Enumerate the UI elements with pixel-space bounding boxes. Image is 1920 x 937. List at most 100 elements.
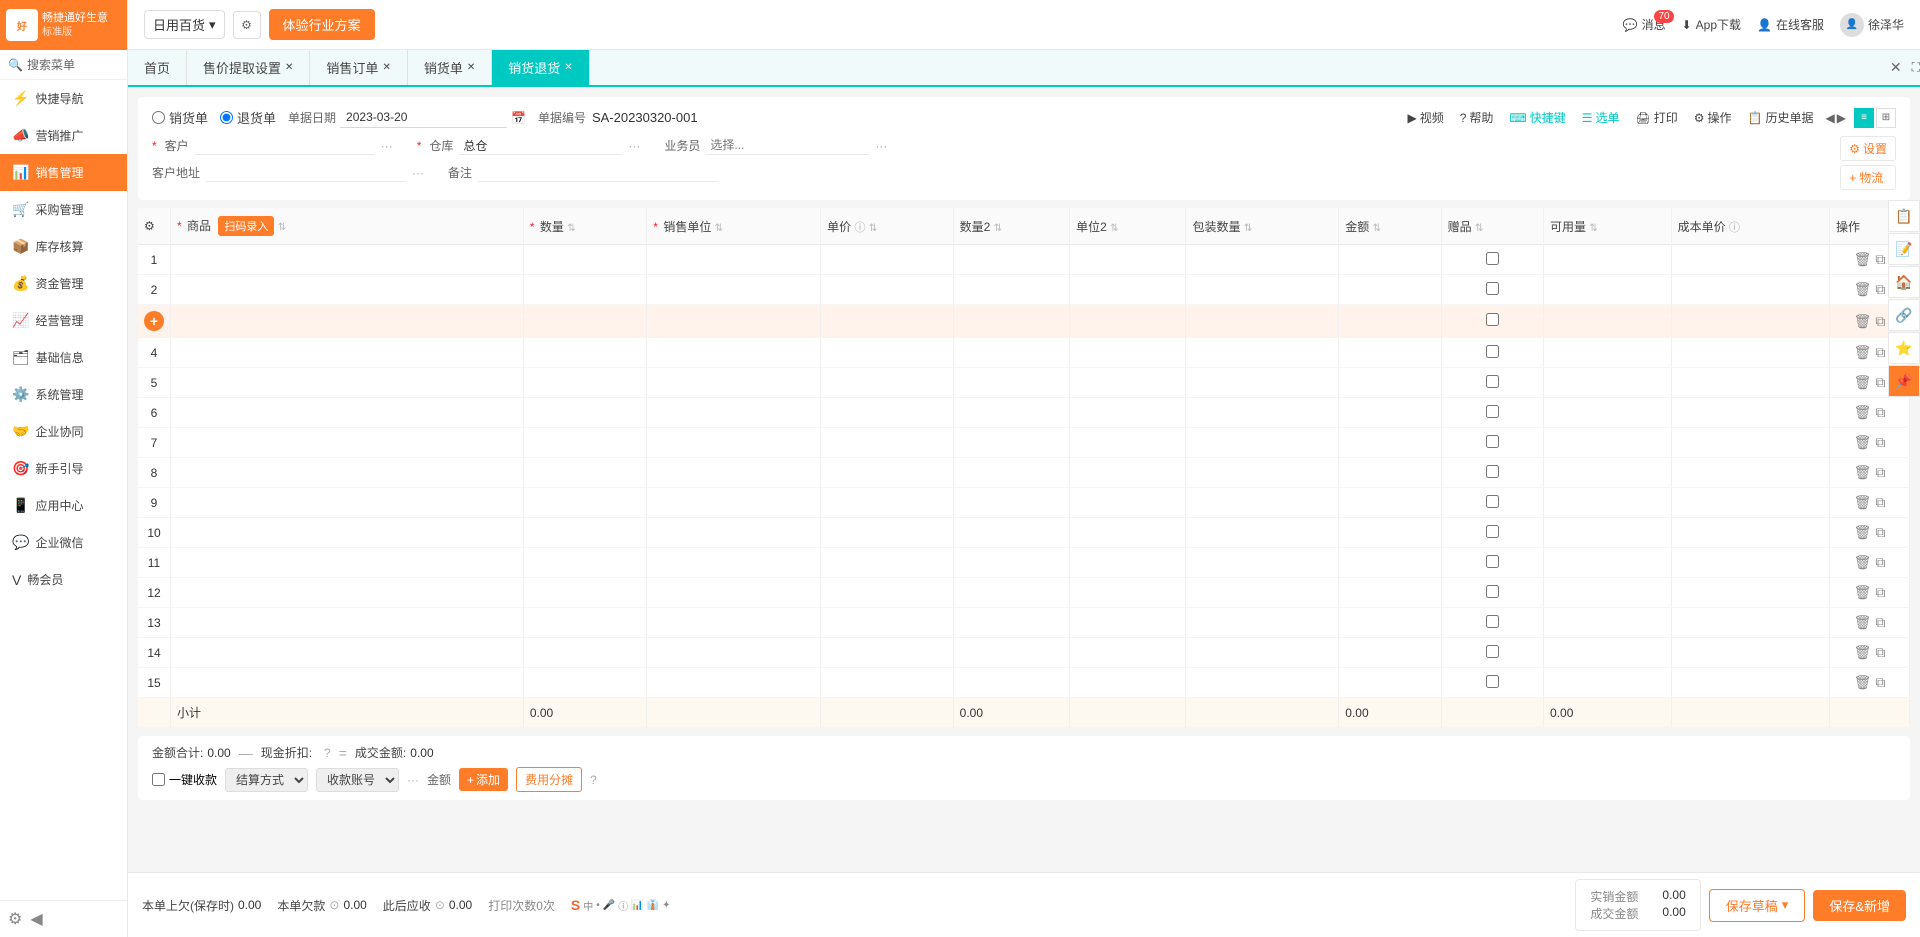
gift-checkbox[interactable]: [1486, 375, 1499, 388]
list-view-btn[interactable]: ≡: [1854, 108, 1874, 128]
cost-price-info-icon[interactable]: ⓘ: [1729, 222, 1740, 234]
copy-row-btn[interactable]: ⧉: [1875, 434, 1885, 451]
operations-btn[interactable]: ⚙ 操作: [1690, 107, 1736, 128]
salesperson-lookup-btn[interactable]: ···: [875, 139, 887, 153]
gift-checkbox[interactable]: [1486, 555, 1499, 568]
discount-help-icon[interactable]: ?: [324, 746, 331, 760]
address-input[interactable]: [206, 163, 406, 182]
delete-row-btn[interactable]: 🗑: [1854, 584, 1872, 601]
gift-checkbox[interactable]: [1486, 405, 1499, 418]
tab-home[interactable]: 首页: [128, 50, 187, 85]
close-all-tabs[interactable]: ✕: [1882, 59, 1910, 76]
sort-product-icon[interactable]: ⇅: [278, 222, 286, 233]
logistics-action-btn[interactable]: + 物流: [1840, 165, 1896, 190]
salesperson-input[interactable]: [706, 136, 869, 155]
shortcut-btn[interactable]: ⌨ 快捷键: [1505, 107, 1569, 128]
delete-row-btn[interactable]: 🗑: [1854, 434, 1872, 451]
rfloat-link-btn[interactable]: 🔗: [1888, 299, 1920, 331]
radio-sales-doc[interactable]: 销货单: [152, 108, 208, 127]
sort-unit2-icon[interactable]: ⇅: [1110, 223, 1118, 234]
copy-row-btn[interactable]: ⧉: [1875, 554, 1885, 571]
copy-row-btn[interactable]: ⧉: [1875, 674, 1885, 691]
sidebar-item-sales[interactable]: 📊 销售管理: [0, 154, 127, 191]
gift-checkbox[interactable]: [1486, 282, 1499, 295]
account-select[interactable]: 收款账号: [316, 768, 399, 792]
copy-row-btn[interactable]: ⧉: [1875, 374, 1885, 391]
copy-row-btn[interactable]: ⧉: [1875, 494, 1885, 511]
gift-checkbox[interactable]: [1486, 465, 1499, 478]
sort-gift-icon[interactable]: ⇅: [1475, 223, 1483, 234]
note-input[interactable]: [478, 163, 718, 182]
gift-checkbox[interactable]: [1486, 675, 1499, 688]
daily-category-select[interactable]: 日用百货 ▾: [144, 10, 225, 39]
copy-row-btn[interactable]: ⧉: [1875, 404, 1885, 421]
delete-row-btn[interactable]: 🗑: [1854, 524, 1872, 541]
select-btn[interactable]: ☰ 选单: [1578, 107, 1624, 128]
gift-checkbox[interactable]: [1486, 435, 1499, 448]
copy-row-btn[interactable]: ⧉: [1875, 614, 1885, 631]
copy-row-btn[interactable]: ⧉: [1875, 584, 1885, 601]
collapse-btn[interactable]: ◀: [30, 909, 42, 929]
sort-unit-icon[interactable]: ⇅: [715, 223, 723, 234]
sidebar-item-inventory[interactable]: 📦 库存核算: [0, 228, 127, 265]
rfloat-star-btn[interactable]: ⭐: [1888, 332, 1920, 364]
prev-doc-btn[interactable]: ◀: [1826, 111, 1835, 125]
sidebar-item-collab[interactable]: 🤝 企业协同: [0, 413, 127, 450]
gift-checkbox[interactable]: [1486, 645, 1499, 658]
delete-active-row-btn[interactable]: 🗑: [1854, 313, 1872, 330]
save-draft-button[interactable]: 保存草稿 ▾: [1709, 889, 1806, 922]
gift-checkbox[interactable]: [1486, 525, 1499, 538]
print-btn[interactable]: 🖨 打印: [1632, 107, 1682, 128]
delete-row-btn[interactable]: 🗑: [1854, 614, 1872, 631]
sidebar-item-member[interactable]: V 畅会员: [0, 561, 127, 598]
close-tab-sales-order[interactable]: ✕: [382, 62, 390, 73]
sidebar-item-marketing[interactable]: 📣 营销推广: [0, 117, 127, 154]
save-new-button[interactable]: 保存&新增: [1813, 890, 1906, 921]
scan-input-btn[interactable]: 扫码录入: [218, 216, 274, 236]
sort-amount-icon[interactable]: ⇅: [1373, 223, 1381, 234]
cell-product[interactable]: [171, 245, 524, 275]
add-row-btn[interactable]: +: [144, 311, 164, 331]
fee-split-help-icon[interactable]: ?: [590, 773, 597, 787]
experience-button[interactable]: 体验行业方案: [269, 9, 375, 40]
rfloat-doc-btn[interactable]: 📋: [1888, 200, 1920, 232]
close-tab-price-extract[interactable]: ✕: [285, 62, 293, 73]
delete-row-btn[interactable]: 🗑: [1854, 554, 1872, 571]
add-payment-btn[interactable]: + 添加: [459, 768, 508, 791]
customer-lookup-btn[interactable]: ···: [381, 139, 393, 153]
next-doc-btn[interactable]: ▶: [1837, 111, 1846, 125]
settle-method-select[interactable]: 结算方式: [225, 768, 308, 792]
delete-row-btn[interactable]: 🗑: [1854, 404, 1872, 421]
date-input[interactable]: [340, 107, 507, 128]
rfloat-note-btn[interactable]: 📝: [1888, 233, 1920, 265]
grid-view-btn[interactable]: ⊞: [1876, 108, 1896, 128]
copy-row-btn[interactable]: ⧉: [1875, 251, 1885, 268]
delete-row-btn[interactable]: 🗑: [1854, 674, 1872, 691]
gift-checkbox[interactable]: [1486, 345, 1499, 358]
video-btn[interactable]: ▶ 视频: [1403, 107, 1447, 128]
online-service-button[interactable]: 👤 在线客服: [1757, 16, 1824, 33]
product-input-active[interactable]: [177, 314, 517, 328]
price-info-icon[interactable]: ⓘ: [855, 222, 866, 234]
sidebar-item-finance[interactable]: 💰 资金管理: [0, 265, 127, 302]
rfloat-home-btn[interactable]: 🏠: [1888, 266, 1920, 298]
sidebar-item-operation[interactable]: 📈 经营管理: [0, 302, 127, 339]
tab-sales-return[interactable]: 销货退货 ✕: [492, 50, 589, 85]
tab-price-extract[interactable]: 售价提取设置 ✕: [187, 50, 310, 85]
gift-checkbox[interactable]: [1486, 585, 1499, 598]
fee-split-btn[interactable]: 费用分摊: [516, 767, 582, 792]
delete-row-btn[interactable]: 🗑: [1854, 464, 1872, 481]
sort-qty-icon[interactable]: ⇅: [567, 223, 575, 234]
history-btn[interactable]: 📋 历史单据: [1744, 107, 1818, 128]
copy-row-btn[interactable]: ⧉: [1875, 344, 1885, 361]
user-menu[interactable]: 👤 徐泽华: [1840, 13, 1904, 37]
copy-row-btn[interactable]: ⧉: [1875, 644, 1885, 661]
sidebar-item-wecom[interactable]: 💬 企业微信: [0, 524, 127, 561]
rfloat-active-btn[interactable]: 📌: [1888, 365, 1920, 397]
sort-qty2-icon[interactable]: ⇅: [994, 223, 1002, 234]
sidebar-item-apps[interactable]: 📱 应用中心: [0, 487, 127, 524]
delete-row-btn[interactable]: 🗑: [1854, 494, 1872, 511]
settings-bottom-btn[interactable]: ⚙: [8, 909, 22, 929]
sort-pkg-icon[interactable]: ⇅: [1244, 223, 1252, 234]
settings-action-btn[interactable]: ⚙ 设置: [1840, 136, 1896, 161]
